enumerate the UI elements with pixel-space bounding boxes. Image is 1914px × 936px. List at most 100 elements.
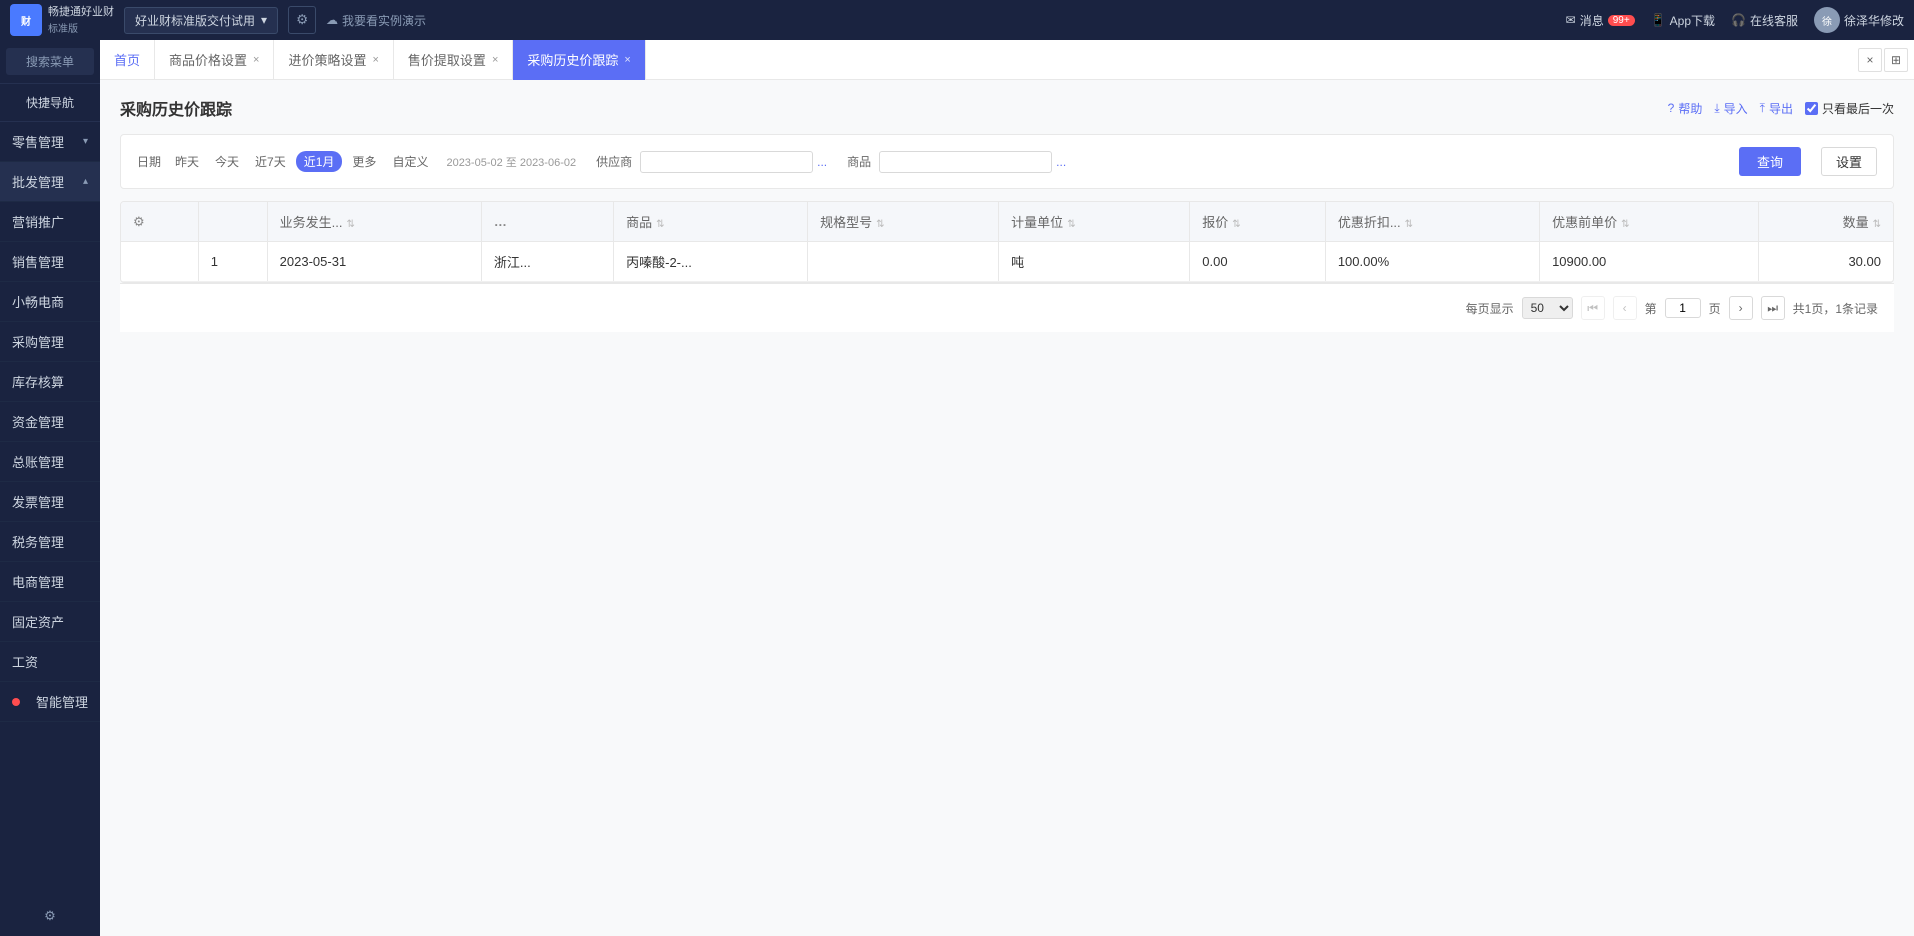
col-ellipsis[interactable]: …: [481, 202, 613, 242]
tab-close-icon[interactable]: ×: [372, 54, 378, 66]
sidebar-item-ecommerce-small[interactable]: 小畅电商: [0, 282, 100, 322]
tab-expand-button[interactable]: ⊞: [1884, 48, 1908, 72]
sidebar-item-label: 电商管理: [12, 572, 64, 591]
col-num: [198, 202, 267, 242]
goods-input[interactable]: [879, 151, 1052, 173]
tab-price-extract[interactable]: 售价提取设置 ×: [394, 40, 513, 80]
sort-icon: ⇅: [1232, 219, 1240, 230]
per-page-select[interactable]: 50 100 200: [1522, 297, 1573, 319]
col-spec[interactable]: 规格型号⇅: [808, 202, 999, 242]
logo-icon: 财: [10, 4, 42, 36]
sidebar-item-sales[interactable]: 销售管理: [0, 242, 100, 282]
query-button[interactable]: 查询: [1739, 147, 1801, 176]
goods-input-wrap: ...: [879, 151, 1066, 173]
app-download-button[interactable]: 📱 App下载: [1651, 12, 1715, 29]
edition-selector[interactable]: 好业财标准版交付试用 ▾: [124, 7, 278, 34]
sidebar-item-tax[interactable]: 税务管理: [0, 522, 100, 562]
sidebar-item-invoice[interactable]: 发票管理: [0, 482, 100, 522]
topbar-settings-button[interactable]: ⚙: [288, 6, 316, 34]
col-gear[interactable]: ⚙: [121, 202, 198, 242]
last-only-checkbox[interactable]: [1805, 102, 1818, 115]
sidebar-item-finance[interactable]: 资金管理: [0, 402, 100, 442]
sidebar-item-marketing[interactable]: 营销推广: [0, 202, 100, 242]
col-unit[interactable]: 计量单位⇅: [999, 202, 1190, 242]
help-link[interactable]: ? 帮助: [1668, 100, 1703, 117]
tab-home[interactable]: 首页: [100, 40, 155, 80]
sort-icon: ⇅: [1873, 219, 1881, 230]
ellipsis-icon: …: [494, 214, 507, 229]
sort-icon: ⇅: [876, 219, 884, 230]
col-pre-price[interactable]: 优惠前单价⇅: [1540, 202, 1759, 242]
page-header: 采购历史价跟踪 ? 帮助 ⤓ 导入 ⤒ 导出: [120, 96, 1894, 120]
col-price[interactable]: 报价⇅: [1190, 202, 1326, 242]
sort-icon: ⇅: [1621, 219, 1629, 230]
tab-label: 售价提取设置: [408, 50, 486, 69]
col-quantity[interactable]: 数量⇅: [1758, 202, 1893, 242]
data-table: ⚙ 业务发生...⇅ … 商品⇅ 规格型号⇅ 计量单位⇅ 报价⇅ 优惠折扣...…: [121, 202, 1893, 282]
gear-icon: ⚙: [133, 214, 145, 229]
export-icon: ⤒: [1760, 101, 1765, 116]
demo-button[interactable]: ☁ 我要看实例演示: [326, 12, 426, 29]
user-menu-button[interactable]: 徐 徐泽华修改: [1814, 7, 1904, 33]
date-filter-label: 日期: [137, 153, 161, 170]
cell-num: 1: [198, 242, 267, 282]
tab-close-icon[interactable]: ×: [492, 54, 498, 66]
per-page-label: 每页显示: [1466, 300, 1514, 317]
import-link[interactable]: ⤓ 导入: [1714, 100, 1747, 117]
supplier-filter-label: 供应商: [596, 153, 632, 170]
filter-bar: 日期 昨天 今天 近7天 近1月 更多 自定义 2023-05-02 至 202…: [120, 134, 1894, 189]
date-7days-btn[interactable]: 近7天: [249, 151, 292, 172]
question-icon: ?: [1668, 101, 1675, 115]
sidebar-item-ai[interactable]: 智能管理: [0, 682, 100, 722]
tab-close-icon[interactable]: ×: [253, 54, 259, 66]
cell-price: 0.00: [1190, 242, 1326, 282]
cell-date: 2023-05-31: [267, 242, 481, 282]
date-more-btn[interactable]: 更多: [346, 151, 382, 172]
chevron-down-icon: ▾: [83, 136, 88, 147]
sidebar-item-ledger[interactable]: 总账管理: [0, 442, 100, 482]
col-goods[interactable]: 商品⇅: [614, 202, 808, 242]
col-date[interactable]: 业务发生...⇅: [267, 202, 481, 242]
sidebar-gear-button[interactable]: ⚙: [0, 896, 100, 936]
sidebar-item-wholesale[interactable]: 批发管理 ▴: [0, 162, 100, 202]
sidebar-item-purchase[interactable]: 采购管理: [0, 322, 100, 362]
tab-close-icon[interactable]: ×: [624, 54, 630, 66]
sidebar-item-salary[interactable]: 工资: [0, 642, 100, 682]
sidebar-item-label: 批发管理: [12, 172, 64, 191]
supplier-more-btn[interactable]: ...: [817, 155, 827, 169]
last-only-checkbox-label[interactable]: 只看最后一次: [1805, 100, 1894, 117]
page-title: 采购历史价跟踪: [120, 96, 232, 120]
message-button[interactable]: ✉ 消息 99+: [1566, 12, 1635, 29]
sidebar-item-ecommerce[interactable]: 电商管理: [0, 562, 100, 602]
quick-nav-button[interactable]: 快捷导航: [0, 84, 100, 122]
supplier-input[interactable]: [640, 151, 813, 173]
sidebar-item-label: 发票管理: [12, 492, 64, 511]
online-service-button[interactable]: 🎧 在线客服: [1731, 12, 1798, 29]
filter-settings-button[interactable]: 设置: [1821, 147, 1877, 176]
sidebar: 搜索菜单 快捷导航 零售管理 ▾ 批发管理 ▴ 营销推广 销售管理 小畅电商 采…: [0, 40, 100, 936]
date-yesterday-btn[interactable]: 昨天: [169, 151, 205, 172]
col-discount[interactable]: 优惠折扣...⇅: [1325, 202, 1539, 242]
goods-more-btn[interactable]: ...: [1056, 155, 1066, 169]
search-menu-button[interactable]: 搜索菜单: [6, 48, 94, 75]
tab-purchase-history[interactable]: 采购历史价跟踪 ×: [513, 40, 645, 80]
sidebar-item-assets[interactable]: 固定资产: [0, 602, 100, 642]
tab-label: 进价策略设置: [288, 50, 366, 69]
avatar: 徐: [1814, 7, 1840, 33]
total-text: 共1页，1条记录: [1793, 300, 1878, 317]
sidebar-item-retail[interactable]: 零售管理 ▾: [0, 122, 100, 162]
date-1month-btn[interactable]: 近1月: [296, 151, 343, 172]
date-custom-btn[interactable]: 自定义: [386, 151, 434, 172]
first-page-button[interactable]: ⏮: [1581, 296, 1605, 320]
export-link[interactable]: ⤒ 导出: [1760, 100, 1793, 117]
tab-close-all-button[interactable]: ×: [1858, 48, 1882, 72]
sidebar-item-label: 库存核算: [12, 372, 64, 391]
prev-page-button[interactable]: ‹: [1613, 296, 1637, 320]
page-input[interactable]: [1665, 298, 1701, 318]
date-today-btn[interactable]: 今天: [209, 151, 245, 172]
sidebar-item-inventory[interactable]: 库存核算: [0, 362, 100, 402]
tab-purchase-strategy[interactable]: 进价策略设置 ×: [274, 40, 393, 80]
last-page-button[interactable]: ⏭: [1761, 296, 1785, 320]
next-page-button[interactable]: ›: [1729, 296, 1753, 320]
tab-goods-price[interactable]: 商品价格设置 ×: [155, 40, 274, 80]
